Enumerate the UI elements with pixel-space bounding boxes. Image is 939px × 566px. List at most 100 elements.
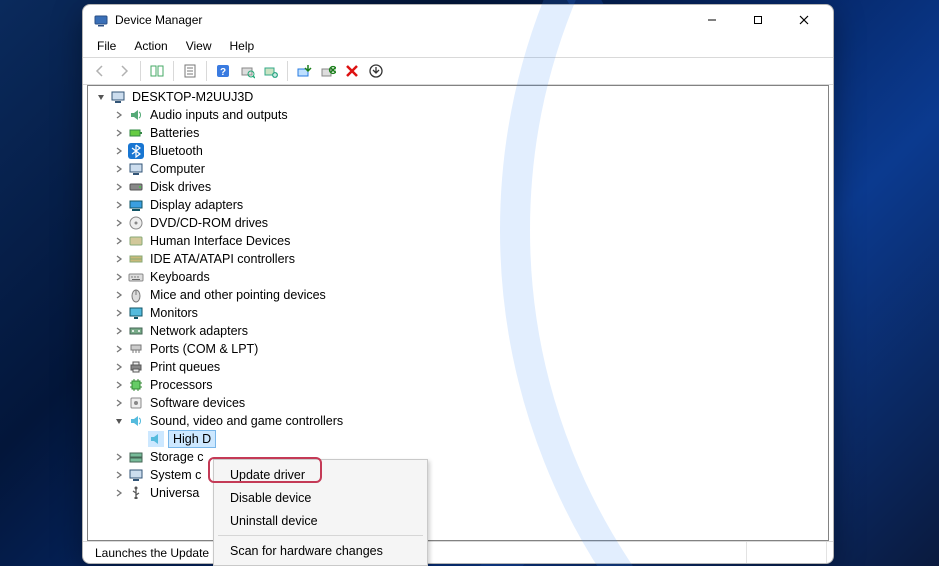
forward-button[interactable] xyxy=(113,60,135,82)
expand-icon[interactable] xyxy=(112,180,126,194)
device-manager-window: Device Manager File Action View Help ? xyxy=(82,4,834,564)
dvd-icon xyxy=(128,215,144,231)
toolbar-separator xyxy=(287,61,288,81)
tree-category-label: Computer xyxy=(148,160,207,178)
tree-category-label: Bluetooth xyxy=(148,142,205,160)
tree-category-sound[interactable]: Sound, video and game controllers xyxy=(88,412,828,430)
show-hide-console-button[interactable] xyxy=(146,60,168,82)
computer-icon xyxy=(128,161,144,177)
statusbar: Launches the Update xyxy=(83,541,833,563)
tree-category-label: Mice and other pointing devices xyxy=(148,286,328,304)
svg-text:?: ? xyxy=(220,67,226,78)
add-legacy-hardware-button[interactable] xyxy=(260,60,282,82)
tree-category[interactable]: Keyboards xyxy=(88,268,828,286)
hid-icon xyxy=(128,233,144,249)
tree-category[interactable]: Human Interface Devices xyxy=(88,232,828,250)
maximize-button[interactable] xyxy=(735,5,781,35)
expand-icon[interactable] xyxy=(112,306,126,320)
expand-icon[interactable] xyxy=(112,144,126,158)
close-button[interactable] xyxy=(781,5,827,35)
toolbar-separator xyxy=(206,61,207,81)
uninstall-device-button[interactable] xyxy=(341,60,363,82)
menu-help[interactable]: Help xyxy=(222,37,263,55)
tree-category-label: Sound, video and game controllers xyxy=(148,412,345,430)
context-menu-uninstall-device[interactable]: Uninstall device xyxy=(216,509,425,532)
expand-icon[interactable] xyxy=(112,162,126,176)
context-menu-disable-device[interactable]: Disable device xyxy=(216,486,425,509)
tree-category-label: Audio inputs and outputs xyxy=(148,106,290,124)
expand-icon[interactable] xyxy=(112,360,126,374)
minimize-button[interactable] xyxy=(689,5,735,35)
context-menu-separator xyxy=(218,535,423,536)
enable-device-button[interactable] xyxy=(365,60,387,82)
tree-category-label: DVD/CD-ROM drives xyxy=(148,214,270,232)
software-icon xyxy=(128,395,144,411)
toolbar: ? xyxy=(83,57,833,85)
tree-category-label: Ports (COM & LPT) xyxy=(148,340,260,358)
tree-category[interactable]: System c xyxy=(88,466,828,484)
update-driver-button[interactable] xyxy=(293,60,315,82)
tree-category[interactable]: Processors xyxy=(88,376,828,394)
tree-category[interactable]: Monitors xyxy=(88,304,828,322)
disk-icon xyxy=(128,179,144,195)
expand-icon[interactable] xyxy=(112,468,126,482)
tree-category[interactable]: Audio inputs and outputs xyxy=(88,106,828,124)
expand-icon[interactable] xyxy=(112,396,126,410)
tree-category[interactable]: Storage c xyxy=(88,448,828,466)
device-tree[interactable]: DESKTOP-M2UUJ3D Audio inputs and outputs… xyxy=(87,85,829,541)
expand-icon[interactable] xyxy=(112,270,126,284)
tree-category[interactable]: Computer xyxy=(88,160,828,178)
expand-icon[interactable] xyxy=(112,234,126,248)
expand-icon[interactable] xyxy=(112,288,126,302)
keyboard-icon xyxy=(128,269,144,285)
expand-icon[interactable] xyxy=(112,108,126,122)
expand-icon[interactable] xyxy=(112,252,126,266)
tree-category[interactable]: Software devices xyxy=(88,394,828,412)
expand-icon[interactable] xyxy=(112,450,126,464)
collapse-icon[interactable] xyxy=(94,90,108,104)
network-icon xyxy=(128,323,144,339)
tree-device-label: High D xyxy=(168,430,216,448)
expand-icon[interactable] xyxy=(112,342,126,356)
properties-button[interactable] xyxy=(179,60,201,82)
tree-category[interactable]: Universa xyxy=(88,484,828,502)
tree-device-selected[interactable]: High D xyxy=(88,430,828,448)
scan-hardware-button[interactable] xyxy=(236,60,258,82)
system-icon xyxy=(128,467,144,483)
tree-category[interactable]: DVD/CD-ROM drives xyxy=(88,214,828,232)
window-title: Device Manager xyxy=(115,13,202,27)
disable-device-button[interactable] xyxy=(317,60,339,82)
tree-category[interactable]: Ports (COM & LPT) xyxy=(88,340,828,358)
tree-category[interactable]: Print queues xyxy=(88,358,828,376)
tree-category[interactable]: Disk drives xyxy=(88,178,828,196)
tree-category[interactable]: IDE ATA/ATAPI controllers xyxy=(88,250,828,268)
help-button[interactable]: ? xyxy=(212,60,234,82)
expand-icon[interactable] xyxy=(112,324,126,338)
context-menu-update-driver[interactable]: Update driver xyxy=(216,463,425,486)
expand-icon[interactable] xyxy=(112,378,126,392)
tree-category-label: Keyboards xyxy=(148,268,212,286)
tree-category[interactable]: Bluetooth xyxy=(88,142,828,160)
tree-category-label: IDE ATA/ATAPI controllers xyxy=(148,250,297,268)
titlebar: Device Manager xyxy=(83,5,833,35)
tree-category[interactable]: Mice and other pointing devices xyxy=(88,286,828,304)
storage-icon xyxy=(128,449,144,465)
context-menu-scan-hardware[interactable]: Scan for hardware changes xyxy=(216,539,425,562)
menu-action[interactable]: Action xyxy=(126,37,175,55)
tree-category[interactable]: Display adapters xyxy=(88,196,828,214)
menu-file[interactable]: File xyxy=(89,37,124,55)
sound-device-icon xyxy=(148,431,164,447)
tree-category[interactable]: Batteries xyxy=(88,124,828,142)
tree-root[interactable]: DESKTOP-M2UUJ3D xyxy=(88,88,828,106)
expand-icon[interactable] xyxy=(112,216,126,230)
expand-icon[interactable] xyxy=(112,126,126,140)
tree-category-label: Storage c xyxy=(148,448,206,466)
expand-icon[interactable] xyxy=(112,198,126,212)
app-icon xyxy=(93,12,109,28)
collapse-icon[interactable] xyxy=(112,414,126,428)
back-button[interactable] xyxy=(89,60,111,82)
expand-icon[interactable] xyxy=(112,486,126,500)
tree-category[interactable]: Network adapters xyxy=(88,322,828,340)
tree-root-label: DESKTOP-M2UUJ3D xyxy=(130,88,255,106)
menu-view[interactable]: View xyxy=(178,37,220,55)
